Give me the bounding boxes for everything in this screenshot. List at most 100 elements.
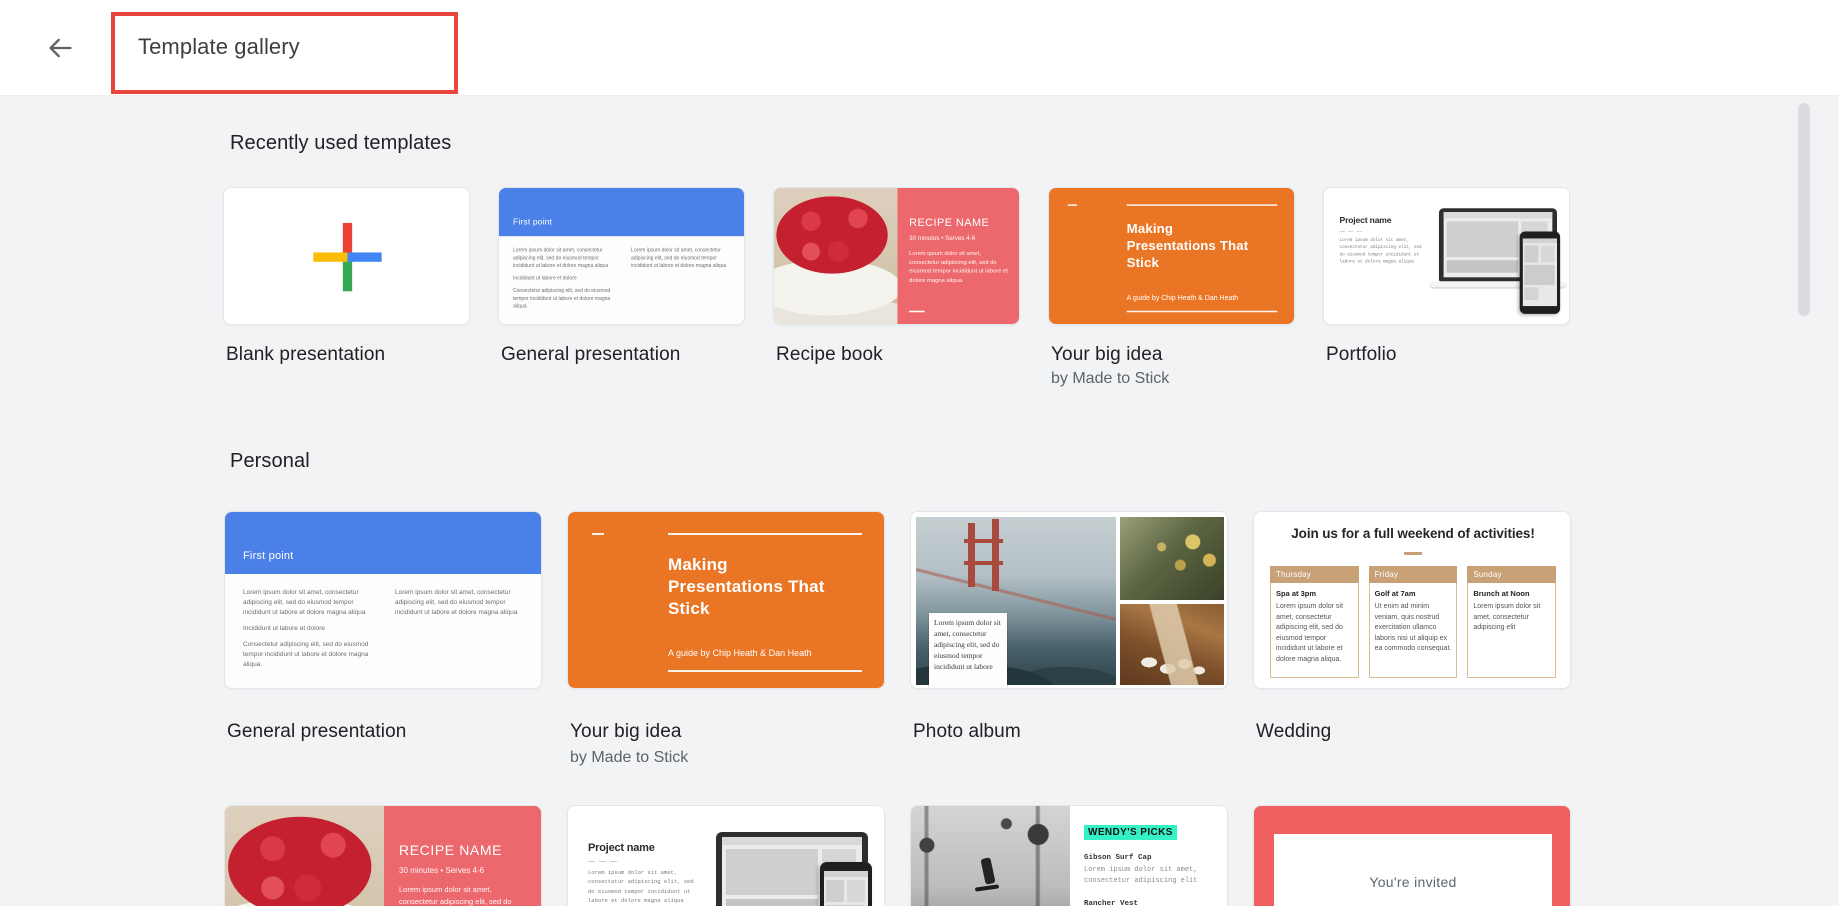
- divider: [592, 533, 604, 535]
- slide-title: Making Presentations That Stick: [1126, 221, 1249, 271]
- event-text: Lorem ipsum dolor sit amet, consectetur …: [1276, 603, 1343, 663]
- slide-title: Join us for a full weekend of activities…: [1291, 526, 1535, 541]
- divider: [668, 533, 862, 535]
- leaves-photo: [1120, 517, 1224, 600]
- item-name: Rancher Vest: [1084, 900, 1139, 906]
- event-title: Spa at 3pm: [1276, 589, 1317, 598]
- template-label: General presentation: [501, 344, 681, 365]
- item-name: Gibson Surf Cap: [1084, 854, 1152, 862]
- bigidea-thumb: Making Presentations That Stick A guide …: [568, 512, 884, 688]
- slide-heading: First point: [512, 217, 553, 227]
- event-text: Lorem ipsum dolor sit amet, consectetur …: [1473, 603, 1541, 631]
- event-title: Golf at 7am: [1374, 589, 1416, 598]
- slide-meta: 30 minutes • Serves 4-6: [909, 234, 976, 242]
- header: Template gallery: [0, 0, 1839, 96]
- scrollbar-thumb[interactable]: [1798, 103, 1810, 316]
- template-card-recipe-book[interactable]: RECIPE NAME 30 minutes • Serves 4-6 Lore…: [224, 805, 542, 906]
- slide-text: Lorem ipsum dolor sit amet, consectetur …: [631, 247, 727, 269]
- slide-byline: A guide by Chip Heath & Dan Heath: [1126, 293, 1239, 302]
- template-label: Photo album: [913, 721, 1021, 742]
- divider: [1404, 552, 1422, 555]
- photo-album-thumb: Lorem ipsum dolor sit amet, consectetur …: [911, 512, 1227, 688]
- recipe-thumb: RECIPE NAME 30 minutes • Serves 4-6 Lore…: [774, 188, 1019, 324]
- divider: — — —: [588, 858, 618, 865]
- day-header: Sunday: [1467, 566, 1557, 583]
- skateboard-photo: [911, 806, 1070, 906]
- event-title: Brunch at Noon: [1473, 589, 1530, 598]
- slide-text: Lorem ipsum dolor sit amet, consectetur …: [395, 589, 518, 617]
- slide-title: Making Presentations That Stick: [668, 555, 825, 619]
- slide-title: RECIPE NAME: [909, 215, 990, 229]
- template-card-lookbook[interactable]: Wendy's Picks Gibson Surf Cap Lorem ipsu…: [910, 805, 1228, 906]
- template-label: General presentation: [227, 721, 407, 742]
- raspberry-photo: [774, 188, 898, 324]
- slide-text: Lorem ipsum dolor sit amet, consectetur …: [588, 869, 694, 905]
- day-header: Friday: [1368, 566, 1458, 583]
- slide-text: Consectetur adipiscing elit, sed do eius…: [243, 641, 369, 669]
- divider: [1067, 204, 1077, 206]
- template-label: Your big idea: [570, 721, 682, 742]
- template-card-general-presentation[interactable]: First point Lorem ipsum dolor sit amet, …: [498, 187, 745, 325]
- template-card-recipe-book[interactable]: RECIPE NAME 30 minutes • Serves 4-6 Lore…: [773, 187, 1020, 325]
- slide-text: Incididunt ut labore et dolore: [243, 625, 326, 633]
- divider: [1126, 204, 1278, 206]
- invite-thumb: You're invited Wedding 8th: [1254, 806, 1570, 906]
- divider: [668, 670, 862, 672]
- slide-eyebrow: You're invited: [1369, 874, 1457, 890]
- slide-text: Consectetur adipiscing elit, sed do eius…: [512, 288, 611, 310]
- template-card-wedding[interactable]: Join us for a full weekend of activities…: [1253, 511, 1571, 689]
- bridge-photo: Lorem ipsum dolor sit amet, consectetur …: [916, 517, 1116, 688]
- template-card-general-presentation[interactable]: First point Lorem ipsum dolor sit amet, …: [224, 511, 542, 689]
- slide-text: Lorem ipsum dolor sit amet, consectetur …: [1339, 236, 1422, 265]
- slide-text: Lorem ipsum dolor sit amet, consectetur …: [512, 247, 609, 269]
- divider: — — —: [1339, 228, 1363, 234]
- template-label: Blank presentation: [226, 344, 386, 365]
- slide-title: Wendy's Picks: [1084, 825, 1177, 840]
- raspberry-photo: [225, 806, 384, 906]
- portfolio-thumb: Project name — — — Lorem ipsum dolor sit…: [1324, 188, 1569, 324]
- section-heading-personal: Personal: [230, 450, 310, 472]
- recipe-thumb: RECIPE NAME 30 minutes • Serves 4-6 Lore…: [225, 806, 541, 906]
- portfolio-thumb: Project name — — — Lorem ipsum dolor sit…: [568, 806, 884, 906]
- phone-mockup: [820, 862, 872, 906]
- day-header: Thursday: [1270, 566, 1359, 583]
- template-gallery-page: Template gallery Recently used templates…: [0, 0, 1839, 906]
- slide-title: Project name: [1339, 215, 1392, 226]
- event-text: Ut enim ad minim veniam, quis nostrud ex…: [1374, 603, 1452, 652]
- divider: [1126, 310, 1278, 312]
- general-thumb: First point Lorem ipsum dolor sit amet, …: [499, 188, 744, 324]
- template-card-photo-album[interactable]: Lorem ipsum dolor sit amet, consectetur …: [910, 511, 1228, 689]
- slide-text: Lorem ipsum dolor sit amet, consectetur …: [929, 613, 1007, 688]
- template-card-your-big-idea[interactable]: Making Presentations That Stick A guide …: [1048, 187, 1295, 325]
- template-byline: by Made to Stick: [570, 749, 689, 766]
- slide-text: Lorem ipsum dolor sit amet, consectetur …: [243, 589, 366, 617]
- template-label: Portfolio: [1326, 344, 1397, 365]
- slide-heading: First point: [243, 550, 294, 562]
- template-card-your-big-idea[interactable]: Making Presentations That Stick A guide …: [567, 511, 885, 689]
- blank-thumb: [224, 188, 469, 324]
- wedding-thumb: Join us for a full weekend of activities…: [1254, 512, 1570, 688]
- divider: [909, 310, 925, 313]
- arrow-left-icon: [49, 38, 72, 58]
- slide-title: RECIPE NAME: [399, 842, 503, 858]
- template-card-invite[interactable]: You're invited Wedding 8th: [1253, 805, 1571, 906]
- slide-meta: 30 minutes • Serves 4-6: [399, 866, 485, 875]
- template-card-portfolio[interactable]: Project name — — — Lorem ipsum dolor sit…: [567, 805, 885, 906]
- item-desc: Lorem ipsum dolor sit amet, consectetur …: [1084, 866, 1198, 885]
- general-thumb: First point Lorem ipsum dolor sit amet, …: [225, 512, 541, 688]
- cups-photo: [1120, 604, 1224, 685]
- slide-text: Incididunt ut labore et dolore: [512, 275, 577, 282]
- lookbook-thumb: Wendy's Picks Gibson Surf Cap Lorem ipsu…: [911, 806, 1227, 906]
- template-byline: by Made to Stick: [1051, 370, 1170, 387]
- slide-title: Project name: [588, 842, 655, 854]
- page-title: Template gallery: [138, 34, 300, 59]
- slide-text: Lorem ipsum dolor sit amet, consectetur …: [399, 885, 512, 906]
- template-card-blank-presentation[interactable]: [223, 187, 470, 325]
- phone-mockup: [1519, 231, 1561, 314]
- template-card-portfolio[interactable]: Project name — — — Lorem ipsum dolor sit…: [1323, 187, 1570, 325]
- template-label: Wedding: [1256, 721, 1332, 742]
- bigidea-thumb: Making Presentations That Stick A guide …: [1049, 188, 1294, 324]
- slide-byline: A guide by Chip Heath & Dan Heath: [668, 648, 812, 658]
- template-label: Your big idea: [1051, 344, 1163, 365]
- back-button[interactable]: [40, 28, 80, 68]
